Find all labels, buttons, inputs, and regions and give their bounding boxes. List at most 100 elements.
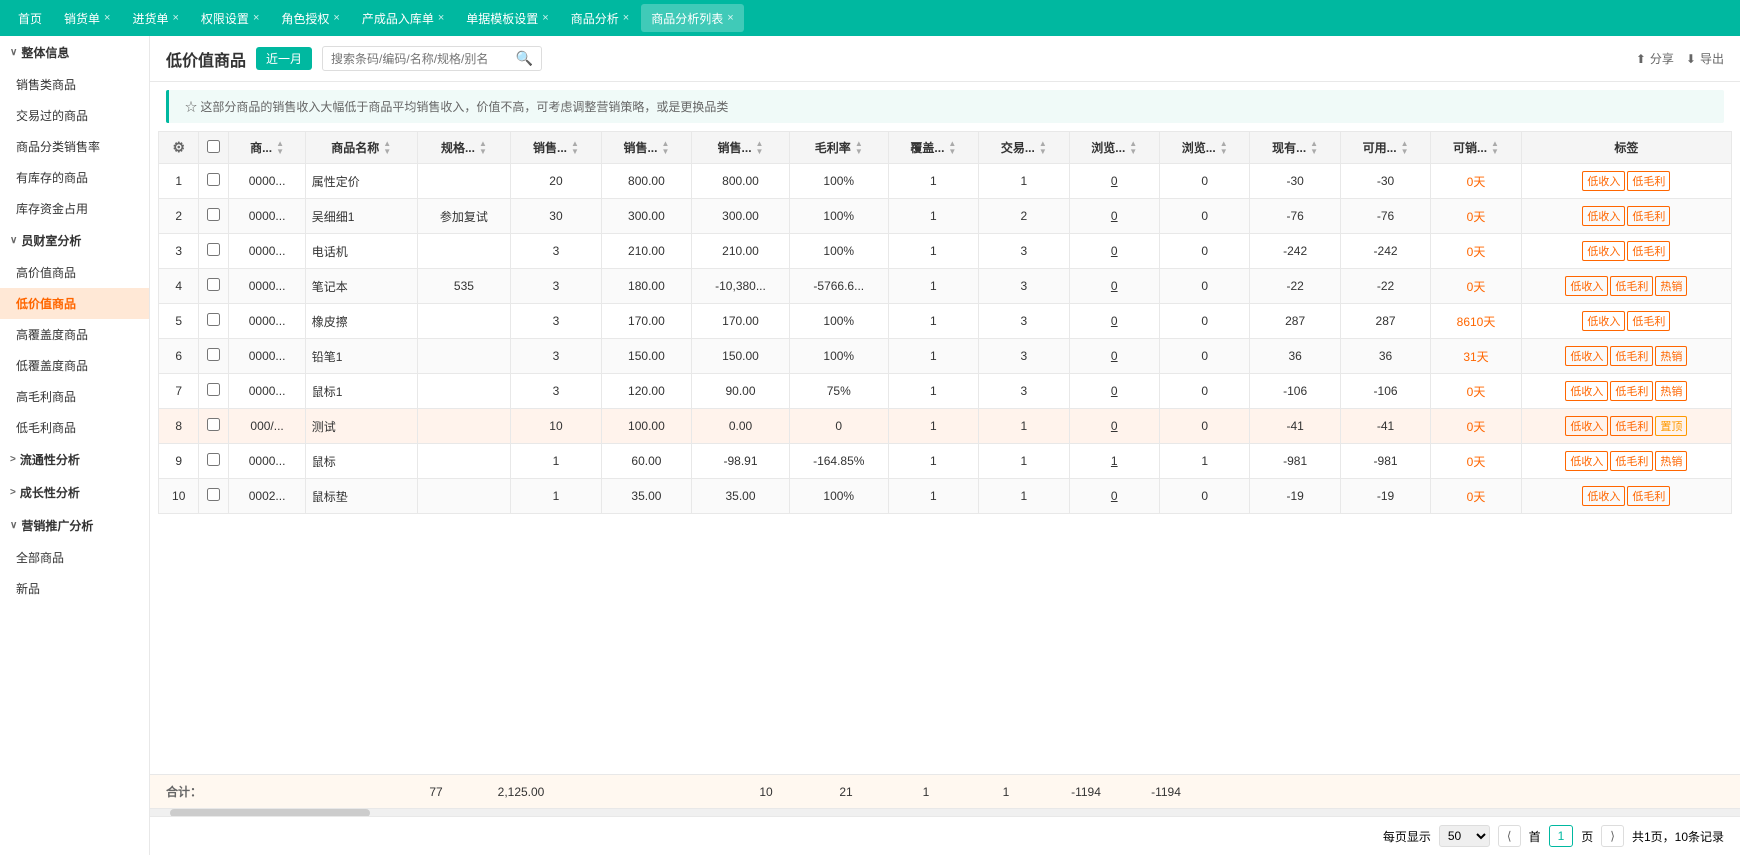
browse1-link[interactable]: 0: [1111, 489, 1118, 503]
sidebar-item-high-value[interactable]: 高价值商品: [0, 257, 149, 288]
th-sales-price[interactable]: 销售... ▲▼: [692, 132, 790, 164]
nav-product-inbound[interactable]: 产成品入库单 ×: [352, 4, 454, 32]
sidebar-section-liquidity[interactable]: > 流通性分析: [0, 443, 149, 476]
th-spec[interactable]: 规格... ▲▼: [417, 132, 511, 164]
row-checkbox[interactable]: [207, 173, 220, 186]
cell-checkbox[interactable]: [199, 199, 229, 234]
settings-icon[interactable]: ⚙: [172, 139, 185, 155]
row-checkbox[interactable]: [207, 418, 220, 431]
sidebar-item-low-coverage[interactable]: 低覆盖度商品: [0, 350, 149, 381]
cell-browse1[interactable]: 0: [1069, 374, 1159, 409]
page-size-select[interactable]: 50 100 200: [1439, 825, 1490, 847]
nav-template-settings[interactable]: 单据模板设置 ×: [456, 4, 558, 32]
th-checkbox[interactable]: [199, 132, 229, 164]
cell-checkbox[interactable]: [199, 269, 229, 304]
cell-browse1[interactable]: 0: [1069, 164, 1159, 199]
row-checkbox[interactable]: [207, 488, 220, 501]
sidebar-item-high-margin[interactable]: 高毛利商品: [0, 381, 149, 412]
sidebar-section-marketing[interactable]: ∨ 营销推广分析: [0, 509, 149, 542]
sidebar-section-overall[interactable]: ∨ 整体信息: [0, 36, 149, 69]
sidebar-item-traded-products[interactable]: 交易过的商品: [0, 100, 149, 131]
th-coverage[interactable]: 覆盖... ▲▼: [888, 132, 978, 164]
sidebar-item-low-value[interactable]: 低价值商品: [0, 288, 149, 319]
cell-browse1[interactable]: 0: [1069, 304, 1159, 339]
close-purchase-order-tab[interactable]: ×: [172, 12, 178, 24]
cell-checkbox[interactable]: [199, 234, 229, 269]
close-permissions-tab[interactable]: ×: [253, 12, 259, 24]
close-template-settings-tab[interactable]: ×: [542, 12, 548, 24]
th-current[interactable]: 现有... ▲▼: [1250, 132, 1340, 164]
browse1-link[interactable]: 0: [1111, 384, 1118, 398]
sidebar-item-low-margin[interactable]: 低毛利商品: [0, 412, 149, 443]
cell-checkbox[interactable]: [199, 479, 229, 514]
cell-checkbox[interactable]: [199, 304, 229, 339]
sidebar-item-new-products[interactable]: 新品: [0, 573, 149, 604]
th-name[interactable]: 商品名称 ▲▼: [305, 132, 417, 164]
cell-checkbox[interactable]: [199, 444, 229, 479]
row-checkbox[interactable]: [207, 278, 220, 291]
sidebar-item-stock-capital[interactable]: 库存资金占用: [0, 193, 149, 224]
th-code[interactable]: 商... ▲▼: [229, 132, 305, 164]
close-sales-order-tab[interactable]: ×: [104, 12, 110, 24]
th-sales-qty[interactable]: 销售... ▲▼: [511, 132, 601, 164]
nav-product-analysis[interactable]: 商品分析 ×: [561, 4, 639, 32]
cell-browse1[interactable]: 1: [1069, 444, 1159, 479]
share-button[interactable]: ⬆ 分享: [1636, 50, 1674, 67]
row-checkbox[interactable]: [207, 208, 220, 221]
nav-product-analysis-list[interactable]: 商品分析列表 ×: [641, 4, 743, 32]
th-sellable[interactable]: 可销... ▲▼: [1431, 132, 1521, 164]
sidebar-item-sales-products[interactable]: 销售类商品: [0, 69, 149, 100]
browse1-link[interactable]: 0: [1111, 209, 1118, 223]
browse1-link[interactable]: 0: [1111, 244, 1118, 258]
row-checkbox[interactable]: [207, 383, 220, 396]
browse1-link[interactable]: 0: [1111, 279, 1118, 293]
first-page-button[interactable]: ⟨: [1498, 825, 1521, 847]
cell-checkbox[interactable]: [199, 409, 229, 444]
sidebar-item-all-products[interactable]: 全部商品: [0, 542, 149, 573]
cell-browse1[interactable]: 0: [1069, 269, 1159, 304]
select-all-checkbox[interactable]: [207, 140, 220, 153]
nav-home[interactable]: 首页: [8, 4, 52, 32]
nav-sales-order[interactable]: 销货单 ×: [54, 4, 120, 32]
close-product-analysis-list-tab[interactable]: ×: [727, 12, 733, 24]
row-checkbox[interactable]: [207, 243, 220, 256]
cell-browse1[interactable]: 0: [1069, 234, 1159, 269]
export-button[interactable]: ⬇ 导出: [1686, 50, 1724, 67]
th-browse1[interactable]: 浏览... ▲▼: [1069, 132, 1159, 164]
nav-role-auth[interactable]: 角色授权 ×: [271, 4, 349, 32]
th-margin[interactable]: 毛利率 ▲▼: [789, 132, 888, 164]
cell-browse1[interactable]: 0: [1069, 339, 1159, 374]
nav-permissions[interactable]: 权限设置 ×: [191, 4, 269, 32]
search-icon[interactable]: 🔍: [516, 50, 533, 67]
horizontal-scrollbar[interactable]: [150, 808, 1740, 816]
cell-browse1[interactable]: 0: [1069, 479, 1159, 514]
period-button[interactable]: 近一月: [256, 47, 312, 70]
th-gear[interactable]: ⚙: [159, 132, 199, 164]
browse1-link[interactable]: 0: [1111, 314, 1118, 328]
close-product-analysis-tab[interactable]: ×: [623, 12, 629, 24]
close-product-inbound-tab[interactable]: ×: [438, 12, 444, 24]
sidebar-item-stocked-products[interactable]: 有库存的商品: [0, 162, 149, 193]
row-checkbox[interactable]: [207, 313, 220, 326]
th-transaction[interactable]: 交易... ▲▼: [979, 132, 1069, 164]
cell-browse1[interactable]: 0: [1069, 199, 1159, 234]
browse1-link[interactable]: 0: [1111, 419, 1118, 433]
close-role-auth-tab[interactable]: ×: [333, 12, 339, 24]
cell-browse1[interactable]: 0: [1069, 409, 1159, 444]
current-page[interactable]: 1: [1549, 825, 1574, 847]
sidebar-item-category-sales-rate[interactable]: 商品分类销售率: [0, 131, 149, 162]
sidebar-item-high-coverage[interactable]: 高覆盖度商品: [0, 319, 149, 350]
sidebar-section-finance[interactable]: ∨ 员财室分析: [0, 224, 149, 257]
sidebar-section-growth[interactable]: > 成长性分析: [0, 476, 149, 509]
row-checkbox[interactable]: [207, 453, 220, 466]
nav-purchase-order[interactable]: 进货单 ×: [122, 4, 188, 32]
cell-checkbox[interactable]: [199, 374, 229, 409]
browse1-link[interactable]: 0: [1111, 349, 1118, 363]
next-page-button[interactable]: ⟩: [1601, 825, 1624, 847]
cell-checkbox[interactable]: [199, 164, 229, 199]
browse1-link[interactable]: 1: [1111, 454, 1118, 468]
row-checkbox[interactable]: [207, 348, 220, 361]
th-sales-amount[interactable]: 销售... ▲▼: [601, 132, 691, 164]
th-browse2[interactable]: 浏览... ▲▼: [1159, 132, 1249, 164]
th-available[interactable]: 可用... ▲▼: [1340, 132, 1430, 164]
